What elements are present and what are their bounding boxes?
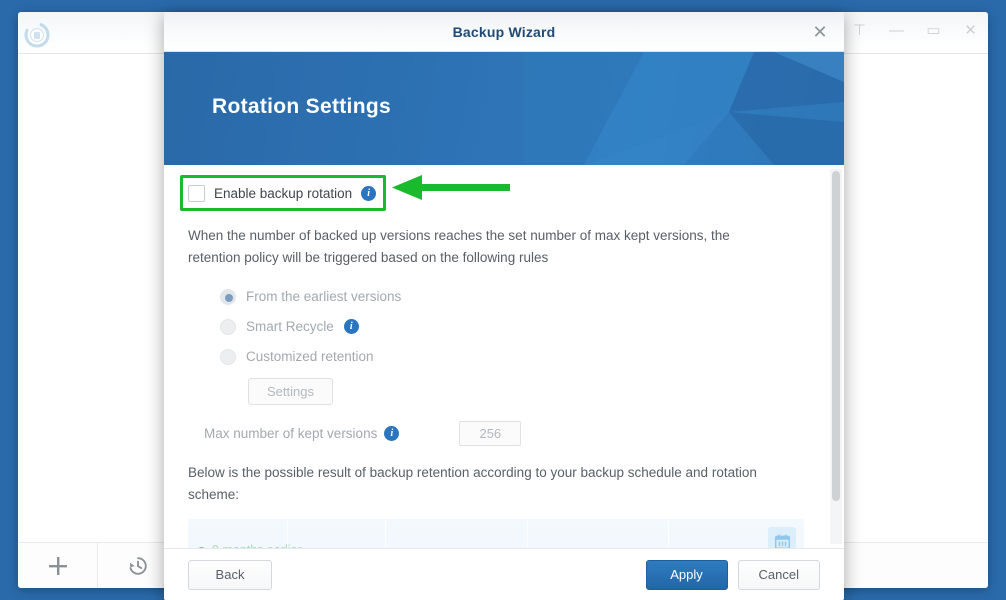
plus-icon	[48, 556, 67, 575]
page-title: Rotation Settings	[212, 95, 391, 118]
minimize-icon[interactable]: —	[889, 23, 904, 38]
timeline-divider	[668, 519, 670, 548]
max-versions-input[interactable]: 256	[459, 420, 522, 446]
apply-button[interactable]: Apply	[645, 559, 728, 590]
retention-option-smart-recycle[interactable]: Smart Recycle i	[220, 312, 804, 342]
enable-backup-rotation-row[interactable]: Enable backup rotation i	[188, 183, 377, 204]
rotation-description: When the number of backed up versions re…	[188, 228, 730, 265]
dialog-banner: Rotation Settings	[164, 52, 844, 165]
content-scrollbar-track[interactable]	[830, 169, 842, 544]
calendar-icon	[774, 534, 790, 548]
settings-form: Enable backup rotation i When the number…	[164, 165, 828, 548]
history-clock-icon	[129, 556, 147, 575]
settings-button[interactable]: Settings	[248, 377, 333, 405]
timeline-divider	[385, 519, 387, 548]
retention-option-label: Smart Recycle	[246, 319, 334, 335]
banner-polygon-decoration	[524, 52, 844, 165]
timeline-divider	[526, 519, 528, 548]
dialog-titlebar: Backup Wizard ✕	[164, 12, 844, 52]
retention-option-label: Customized retention	[246, 349, 374, 365]
info-icon[interactable]: i	[343, 319, 359, 335]
retention-result-description: Below is the possible result of backup r…	[188, 464, 757, 502]
info-icon[interactable]: i	[384, 425, 400, 441]
screen: ⊤ — ▭ ✕ Backup Wizard ✕ Rotation Setting…	[0, 0, 1006, 600]
content-scrollbar-thumb[interactable]	[832, 171, 840, 501]
retention-option-label: From the earliest versions	[246, 289, 402, 305]
enable-backup-rotation-checkbox[interactable]	[188, 185, 205, 202]
retention-timeline-preview: 9 months earlier ((	[188, 519, 804, 548]
timeline-start-marker-dot	[197, 547, 206, 548]
close-icon[interactable]: ✕	[963, 23, 978, 38]
radio-earliest-versions[interactable]	[220, 288, 236, 305]
retention-option-earliest[interactable]: From the earliest versions	[220, 282, 804, 312]
backup-wizard-dialog: Backup Wizard ✕ Rotation Settings Enable…	[164, 12, 844, 600]
retention-option-customized[interactable]: Customized retention	[220, 342, 804, 372]
max-versions-label-group: Max number of kept versions i	[204, 425, 400, 441]
dialog-footer: Back Apply Cancel	[164, 548, 844, 600]
back-button[interactable]: Back	[188, 559, 272, 590]
dialog-title: Backup Wizard	[452, 23, 556, 40]
radio-customized-retention[interactable]	[220, 348, 236, 365]
calendar-button[interactable]	[768, 527, 796, 548]
radio-smart-recycle[interactable]	[220, 318, 236, 335]
annotation-arrow-icon	[392, 175, 510, 200]
pin-icon[interactable]: ⊤	[852, 23, 867, 38]
timeline-start-marker-label: 9 months earlier	[212, 543, 302, 548]
info-icon[interactable]: i	[361, 186, 377, 201]
max-versions-label: Max number of kept versions	[204, 425, 378, 441]
close-icon[interactable]: ✕	[810, 22, 830, 42]
background-window-controls: ⊤ — ▭ ✕	[852, 23, 978, 38]
cancel-button[interactable]: Cancel	[737, 559, 820, 590]
dialog-content: Enable backup rotation i When the number…	[164, 165, 844, 548]
maximize-icon[interactable]: ▭	[926, 23, 941, 38]
add-button[interactable]	[18, 543, 98, 588]
backup-restore-icon	[24, 22, 50, 48]
max-versions-row: Max number of kept versions i 256	[188, 420, 804, 446]
enable-backup-rotation-label: Enable backup rotation	[214, 186, 353, 201]
enable-rotation-group: Enable backup rotation i	[180, 175, 386, 211]
retention-options: From the earliest versions Smart Recycle…	[188, 282, 804, 405]
